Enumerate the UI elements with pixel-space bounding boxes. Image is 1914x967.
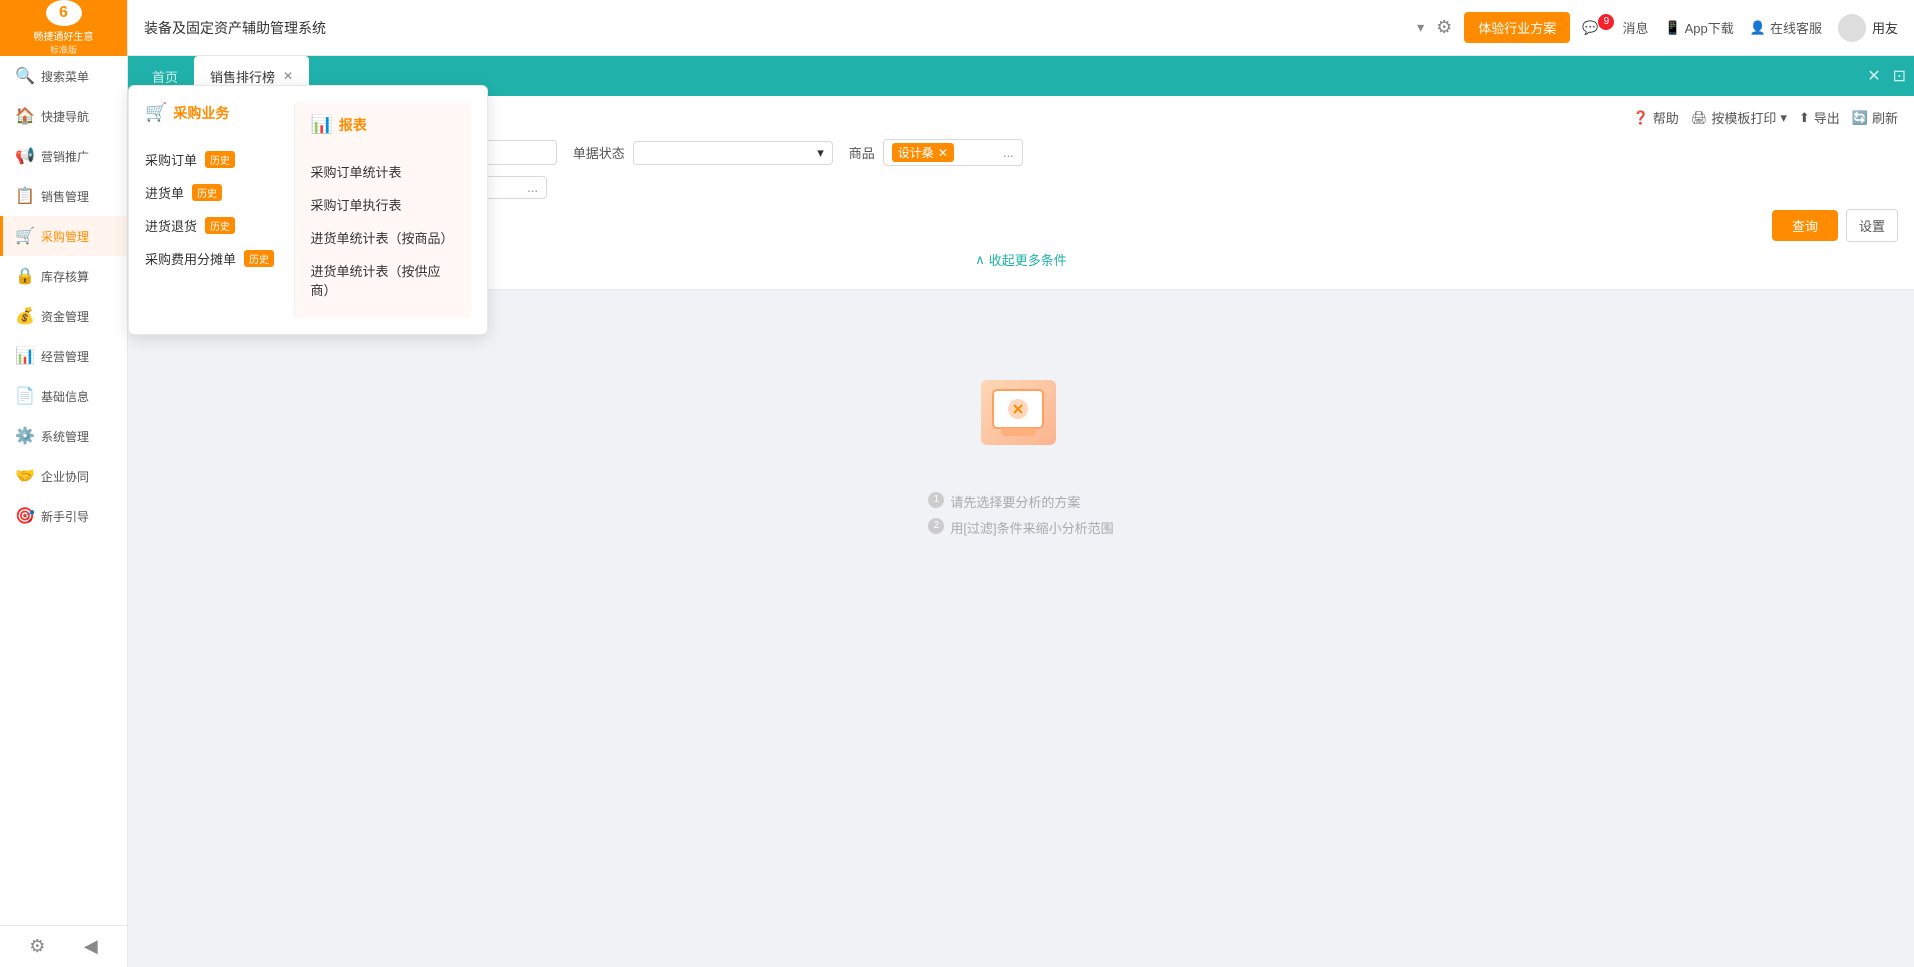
empty-illustration <box>971 370 1071 460</box>
system-icon: ⚙️ <box>15 426 35 446</box>
dropdown-purchase-order[interactable]: 采购订单 历史 <box>145 143 294 176</box>
sidebar-footer: ⚙ ◀ <box>0 925 127 967</box>
help-icon: ❓ <box>1633 110 1649 126</box>
purchase-icon: 🛒 <box>15 226 35 246</box>
window-close-icon[interactable]: ✕ <box>1867 66 1880 86</box>
operation-icon: 📊 <box>15 346 35 366</box>
logo-title: 畅捷通好生意 <box>34 28 94 43</box>
dropdown-col-purchase: 🛒 采购业务 采购订单 历史 进货单 历史 进货退货 历史 采购费用分摊单 历史 <box>145 102 294 318</box>
filter-status: 单据状态 ▾ <box>573 141 833 165</box>
refresh-icon: 🔄 <box>1852 110 1868 126</box>
dropdown-purchase-expense[interactable]: 采购费用分摊单 历史 <box>145 242 294 275</box>
tab-close-icon[interactable]: ✕ <box>283 69 293 83</box>
dropdown-report-order-stat[interactable]: 采购订单统计表 <box>311 155 460 188</box>
sidebar-item-search[interactable]: 🔍 搜索菜单 <box>0 56 127 96</box>
collapse-icon: ∧ <box>975 252 985 268</box>
sidebar-item-base-info[interactable]: 📄 基础信息 <box>0 376 127 416</box>
empty-state-icon <box>971 370 1071 470</box>
salesperson-dots[interactable]: ... <box>527 180 538 195</box>
service-icon: 👤 <box>1750 20 1766 36</box>
empty-state: 1 请先选择要分析的方案 2 用[过滤]条件来缩小分析范围 <box>128 290 1914 622</box>
print-dropdown-icon: ▾ <box>1780 110 1787 126</box>
topbar: 装备及固定资产辅助管理系统 ▾ ⚙ 体验行业方案 💬 9 消息 📱 App下载 … <box>128 0 1914 56</box>
empty-text: 1 请先选择要分析的方案 2 用[过滤]条件来缩小分析范围 <box>928 490 1113 542</box>
export-btn[interactable]: ⬆ 导出 <box>1799 108 1840 127</box>
marketing-icon: 📢 <box>15 146 35 166</box>
search-icon: 🔍 <box>15 66 35 86</box>
query-buttons: 查询 设置 <box>1772 209 1898 242</box>
dropdown-menu: 🛒 采购业务 采购订单 历史 进货单 历史 进货退货 历史 采购费用分摊单 历史 <box>128 85 488 335</box>
print-icon: 🖨 <box>1691 110 1708 126</box>
help-btn[interactable]: ❓ 帮助 <box>1633 108 1679 127</box>
sidebar-item-system[interactable]: ⚙️ 系统管理 <box>0 416 127 456</box>
sidebar-item-guide[interactable]: 🎯 新手引导 <box>0 496 127 536</box>
dropdown-report-incoming-goods[interactable]: 进货单统计表（按商品） <box>311 221 460 254</box>
message-icon: 💬 <box>1582 20 1598 36</box>
goods-tag: 设计桑 ✕ <box>892 143 954 162</box>
export-icon: ⬆ <box>1799 110 1810 126</box>
enterprise-icon: 🤝 <box>15 466 35 486</box>
status-chevron: ▾ <box>817 145 824 161</box>
guide-icon: 🎯 <box>15 506 35 526</box>
topbar-app-download[interactable]: 📱 App下载 <box>1664 18 1733 37</box>
topbar-message[interactable]: 💬 9 消息 <box>1582 18 1648 37</box>
industry-btn[interactable]: 体验行业方案 <box>1464 12 1570 43</box>
goods-tag-close[interactable]: ✕ <box>938 146 948 160</box>
phone-icon: 📱 <box>1664 20 1680 36</box>
sidebar-logo[interactable]: 6 畅捷通好生意 标准版 <box>0 0 127 56</box>
footer-collapse-btn[interactable]: ◀ <box>84 936 98 957</box>
sidebar-item-enterprise[interactable]: 🤝 企业协同 <box>0 456 127 496</box>
report-menu-icon: 📊 <box>311 114 333 135</box>
dropdown-purchase-return[interactable]: 进货退货 历史 <box>145 209 294 242</box>
sidebar-nav: 🔍 搜索菜单 🏠 快捷导航 📢 营销推广 📋 销售管理 🛒 采购管理 🔒 <box>0 56 127 925</box>
goods-dots[interactable]: ... <box>1003 145 1014 160</box>
sidebar-item-inventory[interactable]: 🔒 库存核算 <box>0 256 127 296</box>
dropdown-purchase-title: 🛒 采购业务 <box>145 102 294 131</box>
home-icon: 🏠 <box>15 106 35 126</box>
filter-goods: 商品 设计桑 ✕ ... <box>849 139 1023 166</box>
topbar-title: 装备及固定资产辅助管理系统 <box>144 18 1405 38</box>
dropdown-purchase-incoming[interactable]: 进货单 历史 <box>145 176 294 209</box>
sidebar-item-finance[interactable]: 💰 资金管理 <box>0 296 127 336</box>
logo-icon: 6 <box>46 0 82 26</box>
dropdown-report-title: 📊 报表 <box>311 114 460 143</box>
query-btn[interactable]: 查询 <box>1772 210 1838 241</box>
finance-icon: 💰 <box>15 306 35 326</box>
status-select[interactable]: ▾ <box>633 141 833 165</box>
footer-settings-btn[interactable]: ⚙ <box>29 936 45 957</box>
sidebar-item-quick-nav[interactable]: 🏠 快捷导航 <box>0 96 127 136</box>
refresh-btn[interactable]: 🔄 刷新 <box>1852 108 1898 127</box>
topbar-right: 💬 9 消息 📱 App下载 👤 在线客服 用友 <box>1582 14 1898 42</box>
sidebar-item-purchase[interactable]: 🛒 采购管理 <box>0 216 127 256</box>
dropdown-report-incoming-supplier[interactable]: 进货单统计表（按供应商） <box>311 254 460 306</box>
sidebar: 6 畅捷通好生意 标准版 🔍 搜索菜单 🏠 快捷导航 📢 营销推广 📋 销售管理 <box>0 0 128 967</box>
collapse-btn[interactable]: ∧ 收起更多条件 <box>975 250 1067 269</box>
inventory-icon: 🔒 <box>15 266 35 286</box>
settings-btn[interactable]: 设置 <box>1846 209 1898 242</box>
user-name: 用友 <box>1872 18 1898 37</box>
topbar-online-service[interactable]: 👤 在线客服 <box>1750 18 1822 37</box>
dropdown-col-report: 📊 报表 采购订单统计表 采购订单执行表 进货单统计表（按商品） 进货单统计表（… <box>294 102 472 318</box>
sidebar-item-sales[interactable]: 📋 销售管理 <box>0 176 127 216</box>
topbar-user[interactable]: 用友 <box>1838 14 1898 42</box>
sales-icon: 📋 <box>15 186 35 206</box>
base-info-icon: 📄 <box>15 386 35 406</box>
topbar-settings-icon[interactable]: ⚙ <box>1436 17 1452 38</box>
window-maximize-icon[interactable]: ⊡ <box>1893 66 1906 86</box>
window-controls: ✕ ⊡ <box>1867 66 1906 86</box>
user-avatar <box>1838 14 1866 42</box>
sidebar-item-marketing[interactable]: 📢 营销推广 <box>0 136 127 176</box>
goods-select[interactable]: 设计桑 ✕ ... <box>883 139 1023 166</box>
print-btn[interactable]: 🖨 按模板打印 ▾ <box>1691 108 1787 127</box>
logo-subtitle: 标准版 <box>50 43 77 56</box>
goods-label: 商品 <box>849 143 875 162</box>
topbar-dropdown-arrow[interactable]: ▾ <box>1417 19 1424 36</box>
status-label: 单据状态 <box>573 143 625 162</box>
sidebar-item-operation[interactable]: 📊 经营管理 <box>0 336 127 376</box>
dropdown-report-order-exec[interactable]: 采购订单执行表 <box>311 188 460 221</box>
purchase-menu-icon: 🛒 <box>145 102 167 123</box>
